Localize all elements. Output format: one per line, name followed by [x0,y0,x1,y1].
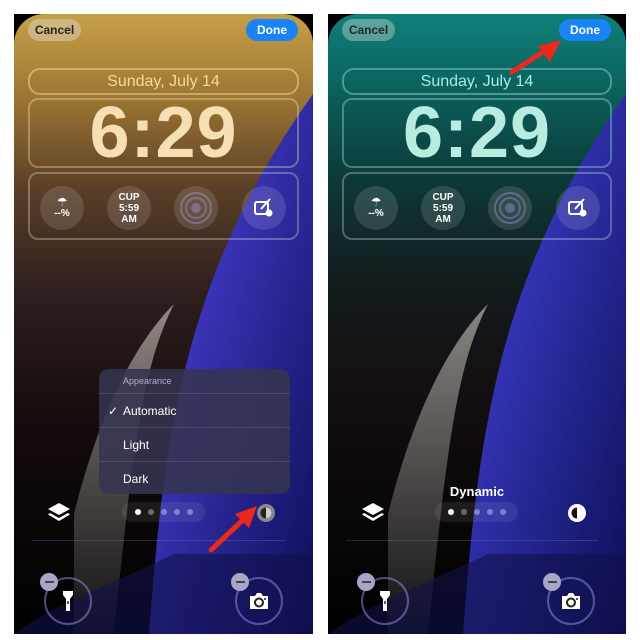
cup-time: 5:59 [432,202,453,214]
focus-rings-widget[interactable] [488,186,532,230]
page-dot[interactable] [460,509,467,515]
menu-item-dark[interactable]: Dark [99,462,290,495]
menu-item-automatic[interactable]: ✓ Automatic [99,394,290,428]
rain-value: --% [368,208,384,219]
cancel-button[interactable]: Cancel [28,19,81,41]
checkmark-icon: ✓ [108,403,119,418]
menu-item-light[interactable]: Light [99,428,290,462]
cup-label: CUP [432,191,454,203]
menu-item-label: Automatic [123,403,177,418]
cup-ampm: AM [435,213,451,225]
page-dot[interactable] [186,509,193,515]
wallpaper-page-dots[interactable] [122,502,205,522]
rain-value: --% [54,208,70,219]
appearance-contrast-icon[interactable] [567,503,587,523]
camera-button[interactable] [543,573,595,625]
camera-icon [250,593,268,609]
flashlight-button[interactable] [357,573,409,625]
cup-clock-widget[interactable]: CUP 5:59 AM [421,186,465,230]
cup-clock-widget[interactable]: CUP 5:59 AM [107,186,151,230]
time-text: 6:29 [89,93,238,173]
page-dot[interactable] [173,509,180,515]
widgets-row[interactable]: ☂ --% CUP 5:59 AM [28,172,299,240]
page-dot[interactable] [160,509,167,515]
flashlight-icon [380,591,390,611]
lock-screen-wallpaper: Cancel Done Sunday, July 14 6:29 ☂ --% C… [14,14,313,634]
done-button[interactable]: Done [559,19,611,41]
cup-label: CUP [118,191,140,203]
time-text: 6:29 [402,93,552,173]
edit-butterfly-icon [254,198,273,217]
umbrella-icon: ☂ [56,195,68,209]
page-dot[interactable] [499,509,506,515]
umbrella-icon: ☂ [370,195,382,209]
camera-icon [562,593,580,609]
concentric-rings-icon [180,192,212,224]
appearance-menu-title: Appearance [99,369,290,394]
annotation-arrow-appearance [208,506,257,553]
widgets-row[interactable]: ☂ --% CUP 5:59 AM [342,172,612,240]
appearance-menu: Appearance ✓ Automatic Light Dark [99,369,290,494]
done-button[interactable]: Done [246,19,298,41]
layers-icon[interactable] [46,501,72,525]
lock-screen-editor-right: Cancel Done Sunday, July 14 6:29 ☂ --% C… [328,14,626,634]
divider [346,540,598,541]
focus-rings-widget[interactable] [174,186,218,230]
flashlight-icon [63,591,73,611]
menu-item-label: Dark [123,471,149,486]
page-dot[interactable] [147,509,154,515]
rain-widget[interactable]: ☂ --% [40,186,84,230]
page-dot[interactable] [134,509,141,515]
clock[interactable]: 6:29 [28,93,299,173]
annotation-arrow-done [509,40,561,75]
rain-widget[interactable]: ☂ --% [354,186,398,230]
remove-minus-icon[interactable] [543,573,561,591]
remove-minus-icon[interactable] [231,573,249,591]
date-text: Sunday, July 14 [107,72,220,90]
cup-ampm: AM [121,213,137,225]
menu-item-label: Light [123,437,150,452]
remove-minus-icon[interactable] [357,573,375,591]
journal-widget[interactable] [242,186,286,230]
page-dot[interactable] [447,509,454,515]
clock[interactable]: 6:29 [342,93,612,173]
camera-button[interactable] [231,573,283,625]
concentric-rings-icon [494,192,526,224]
edit-butterfly-icon [568,198,587,217]
remove-minus-icon[interactable] [40,573,58,591]
cancel-button[interactable]: Cancel [342,19,395,41]
date-widget[interactable]: Sunday, July 14 [342,68,612,95]
journal-widget[interactable] [556,186,600,230]
lock-screen-editor-left: Cancel Done Sunday, July 14 6:29 ☂ --% C… [14,14,313,634]
wallpaper-page-dots[interactable] [435,502,518,522]
wallpaper-style-label: Dynamic [449,484,505,499]
lock-screen-wallpaper: Cancel Done Sunday, July 14 6:29 ☂ --% C… [328,14,626,634]
page-dot[interactable] [473,509,480,515]
flashlight-button[interactable] [40,573,92,625]
cup-time: 5:59 [118,202,139,214]
layers-icon[interactable] [360,501,386,525]
page-dot[interactable] [486,509,493,515]
date-widget[interactable]: Sunday, July 14 [28,68,299,95]
